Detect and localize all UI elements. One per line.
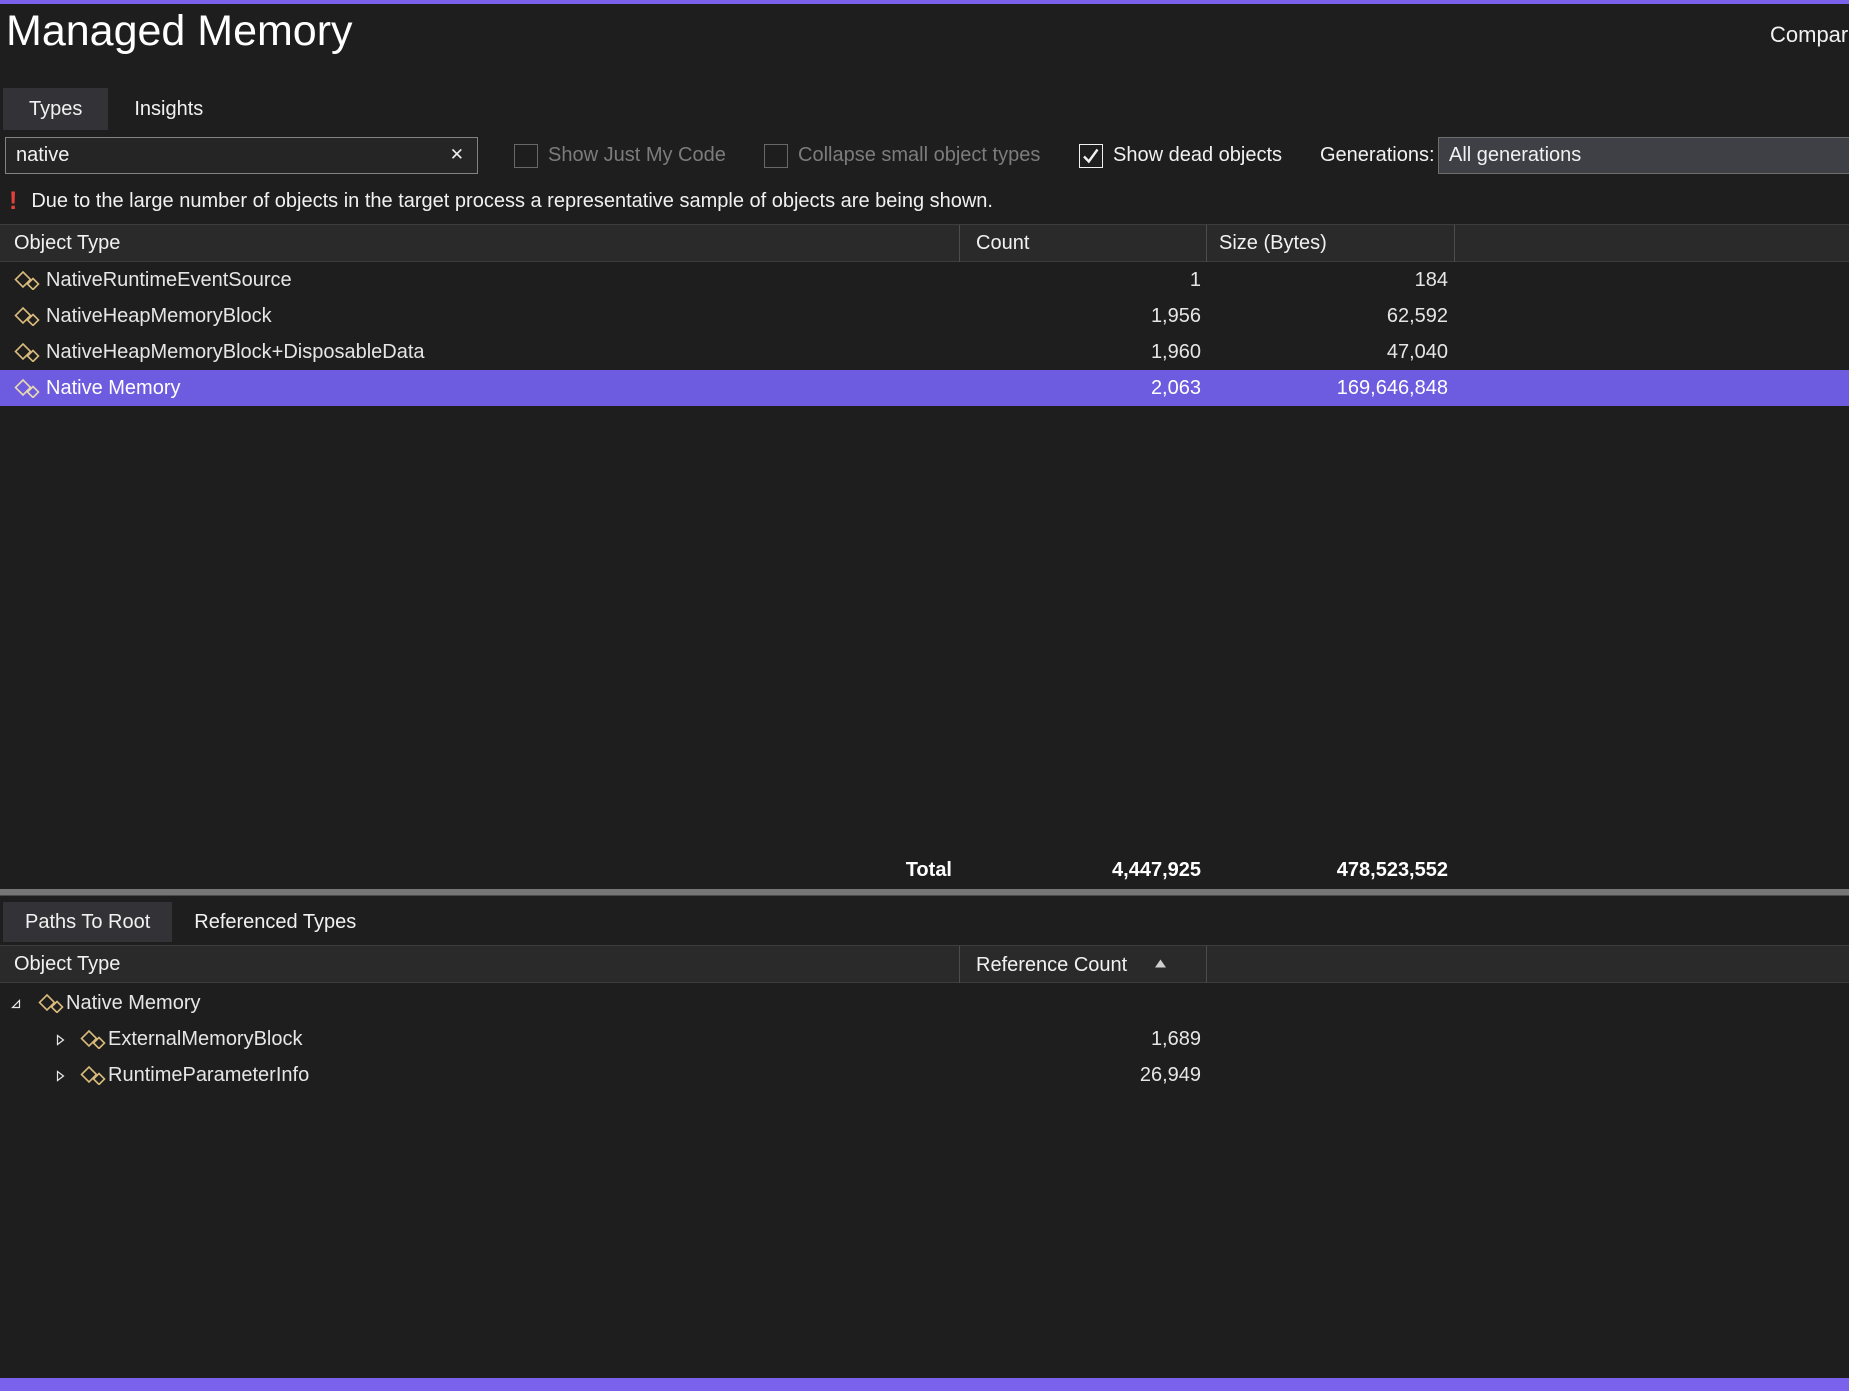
row-count: 1,956 [960,298,1201,334]
class-icon [14,378,40,398]
row-size: 47,040 [1207,334,1448,370]
checkbox-label: Collapse small object types [798,144,1040,167]
row-reference-count: 1,689 [960,1021,1201,1057]
row-object-type: Native Memory [46,370,180,406]
reference-count-label: Reference Count [976,954,1127,976]
object-types-header: Object Type Count Size (Bytes) [0,224,1849,262]
checkbox-show-just-my-code[interactable]: Show Just My Code [514,137,726,174]
checkbox-show-dead-objects[interactable]: Show dead objects [1079,137,1282,174]
column-header-object-type[interactable]: Object Type [0,225,960,262]
class-icon [38,993,64,1013]
paths-to-root-header: Object Type Reference Count [0,945,1849,983]
row-object-type: NativeRuntimeEventSource [46,262,292,298]
generations-dropdown[interactable]: All generations [1438,137,1849,174]
total-size: 478,523,552 [1207,852,1448,888]
class-icon [14,306,40,326]
row-count: 1 [960,262,1201,298]
window-accent-top [0,0,1849,4]
warning-icon: ! [9,189,17,214]
table-row[interactable]: NativeHeapMemoryBlock+DisposableData 1,9… [0,334,1849,370]
expand-tree-icon[interactable] [52,1067,68,1083]
column-header-size[interactable]: Size (Bytes) [1207,225,1455,262]
column-header-empty [1207,946,1849,983]
filter-toolbar: ✕ Show Just My Code Collapse small objec… [0,137,1849,175]
tree-row[interactable]: RuntimeParameterInfo 26,949 [0,1057,1849,1093]
checkbox-label: Show Just My Code [548,144,726,167]
table-row[interactable]: NativeHeapMemoryBlock 1,956 62,592 [0,298,1849,334]
table-row-selected[interactable]: Native Memory 2,063 169,646,848 [0,370,1849,406]
column-header-empty [1455,225,1849,262]
row-object-type: Native Memory [66,985,200,1021]
compare-button[interactable]: Compare [1770,22,1849,48]
tree-row[interactable]: Native Memory [0,985,1849,1021]
row-object-type: NativeHeapMemoryBlock+DisposableData [46,334,425,370]
class-icon [80,1065,106,1085]
tab-types[interactable]: Types [3,88,108,130]
tree-row[interactable]: ExternalMemoryBlock 1,689 [0,1021,1849,1057]
checkbox-box-icon [514,144,538,168]
tab-insights[interactable]: Insights [108,88,229,130]
generations-selected-value: All generations [1449,144,1581,166]
row-reference-count: 26,949 [960,1057,1201,1093]
type-filter-box: ✕ [5,137,478,174]
page-title: Managed Memory [6,7,353,56]
row-size: 184 [1207,262,1448,298]
class-icon [14,270,40,290]
expand-tree-icon[interactable] [52,1031,68,1047]
pane-splitter[interactable] [0,889,1849,896]
sort-ascending-icon [1153,946,1168,983]
column-header-reference-count[interactable]: Reference Count [960,946,1207,983]
total-count: 4,447,925 [960,852,1201,888]
row-size: 62,592 [1207,298,1448,334]
column-header-object-type[interactable]: Object Type [0,946,960,983]
managed-memory-window: Managed Memory Compare Types Insights ✕ … [0,0,1849,1391]
row-count: 1,960 [960,334,1201,370]
total-row: Total 4,447,925 478,523,552 [0,852,1849,888]
clear-search-icon[interactable]: ✕ [450,146,464,163]
window-accent-bottom [0,1378,1849,1391]
table-row[interactable]: NativeRuntimeEventSource 1 184 [0,262,1849,298]
tab-paths-to-root[interactable]: Paths To Root [3,902,172,942]
generations-label: Generations: [1320,137,1435,174]
row-count: 2,063 [960,370,1201,406]
class-icon [14,342,40,362]
search-input[interactable] [6,138,477,173]
tab-referenced-types[interactable]: Referenced Types [172,902,378,942]
checkbox-box-icon [764,144,788,168]
sampling-warning: ! Due to the large number of objects in … [9,186,993,216]
collapse-tree-icon[interactable] [8,995,24,1011]
row-object-type: NativeHeapMemoryBlock [46,298,272,334]
checkbox-label: Show dead objects [1113,144,1282,167]
row-object-type: ExternalMemoryBlock [108,1021,303,1057]
main-tab-strip: Types Insights [3,88,229,130]
warning-text: Due to the large number of objects in th… [31,190,993,213]
row-size: 169,646,848 [1207,370,1448,406]
row-object-type: RuntimeParameterInfo [108,1057,309,1093]
column-header-count[interactable]: Count [960,225,1207,262]
checkbox-collapse-small-object-types[interactable]: Collapse small object types [764,137,1040,174]
bottom-tab-strip: Paths To Root Referenced Types [3,902,378,942]
checkbox-check-icon [1079,144,1103,168]
class-icon [80,1029,106,1049]
total-label: Total [700,852,952,888]
